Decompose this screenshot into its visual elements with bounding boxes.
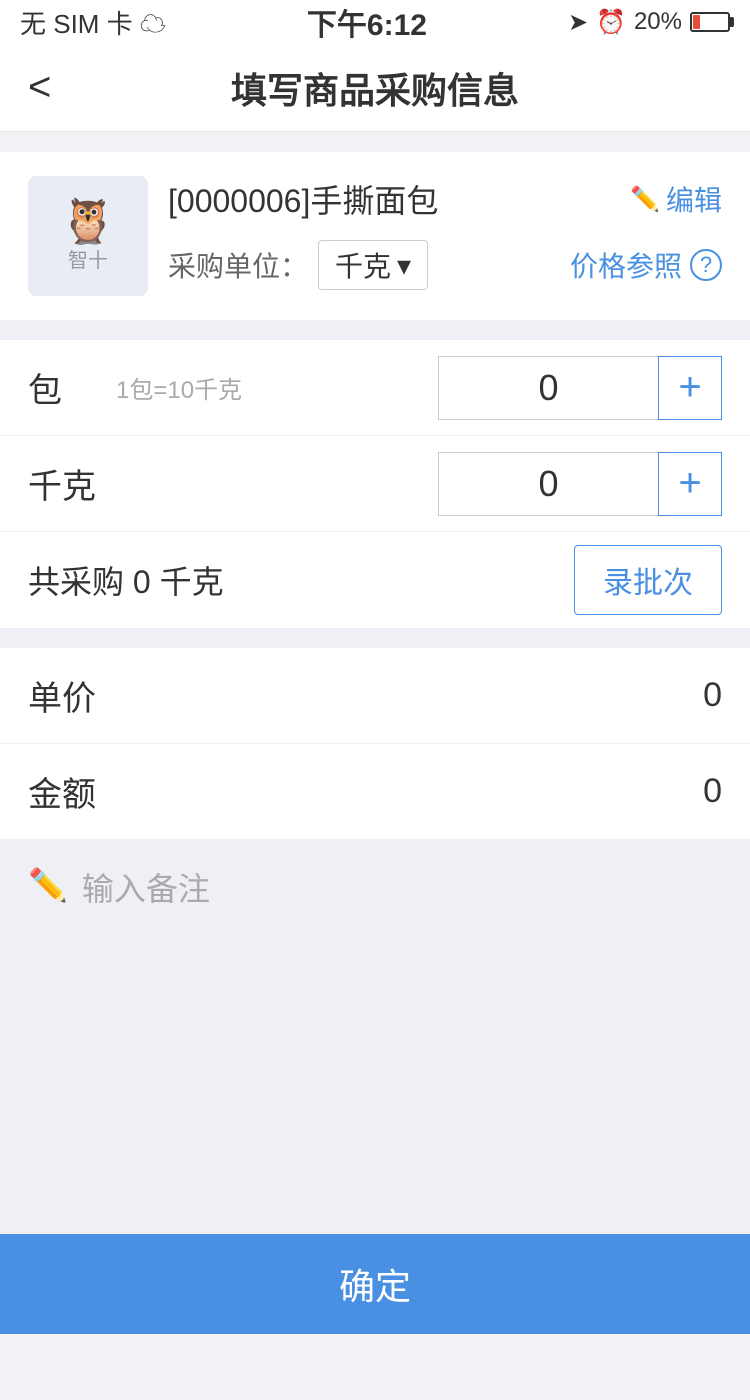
unit-price-value: 0 — [703, 676, 722, 715]
edit-icon: ✏️ — [630, 185, 660, 214]
unit-value: 千克 — [335, 245, 391, 285]
section-divider-1 — [0, 320, 750, 340]
kg-label: 千克 — [28, 459, 108, 508]
product-card: 🦉 智十 [0000006]手撕面包 ✏️ 编辑 采购单位： 千克 ▾ — [0, 152, 750, 320]
help-icon: ? — [690, 249, 722, 281]
no-sim-text: 无 SIM 卡 ☁ — [20, 4, 166, 41]
price-ref-label: 价格参照 — [570, 245, 682, 285]
pencil-icon: ✏️ — [28, 866, 68, 904]
unit-price-label: 单价 — [28, 671, 96, 720]
record-batch-button[interactable]: 录批次 — [574, 545, 722, 615]
alarm-icon: ⏰ — [596, 8, 626, 37]
bag-quantity-control: + — [438, 356, 722, 420]
logo-text: 智十 — [68, 244, 108, 273]
product-logo: 🦉 — [61, 200, 116, 244]
dropdown-arrow-icon: ▾ — [397, 249, 411, 282]
bag-label: 包 — [28, 363, 108, 412]
location-icon: ➤ — [568, 8, 588, 37]
back-button[interactable]: < — [28, 65, 51, 110]
battery-icon — [690, 12, 730, 32]
confirm-button[interactable]: 确定 — [0, 1234, 750, 1334]
summary-value: 0 — [133, 564, 151, 600]
bag-quantity-input[interactable] — [438, 356, 658, 420]
page-title: 填写商品采购信息 — [231, 62, 519, 114]
kg-quantity-control: + — [438, 452, 722, 516]
unit-price-row: 单价 0 — [0, 648, 750, 744]
note-placeholder: 输入备注 — [82, 864, 210, 910]
status-right: ➤ ⏰ 20% — [568, 8, 730, 37]
amount-value: 0 — [703, 772, 722, 811]
bag-sublabel: 1包=10千克 — [116, 370, 438, 405]
status-time: 下午6:12 — [307, 0, 427, 44]
input-section: 包 1包=10千克 + 千克 + — [0, 340, 750, 532]
amount-row: 金额 0 — [0, 744, 750, 840]
unit-select[interactable]: 千克 ▾ — [318, 240, 428, 290]
summary-unit: 千克 — [160, 564, 224, 600]
nav-bar: < 填写商品采购信息 — [0, 44, 750, 132]
unit-label: 采购单位： — [168, 245, 308, 285]
battery-percent: 20% — [634, 8, 682, 36]
kg-input-row: 千克 + — [0, 436, 750, 532]
price-ref-button[interactable]: 价格参照 ? — [570, 245, 722, 285]
status-left: 无 SIM 卡 ☁ — [20, 4, 166, 41]
amount-label: 金额 — [28, 767, 96, 816]
price-section: 单价 0 金额 0 — [0, 648, 750, 840]
kg-quantity-input[interactable] — [438, 452, 658, 516]
summary-text: 共采购 0 千克 — [28, 557, 224, 603]
edit-label: 编辑 — [666, 179, 722, 219]
status-bar: 无 SIM 卡 ☁ 下午6:12 ➤ ⏰ 20% — [0, 0, 750, 44]
product-info: [0000006]手撕面包 ✏️ 编辑 采购单位： 千克 ▾ 价格参照 ? — [168, 176, 722, 290]
summary-prefix: 共采购 — [28, 564, 124, 600]
kg-plus-button[interactable]: + — [658, 452, 722, 516]
bag-input-row: 包 1包=10千克 + — [0, 340, 750, 436]
note-section[interactable]: ✏️ 输入备注 — [0, 840, 750, 1000]
bag-plus-button[interactable]: + — [658, 356, 722, 420]
product-image: 🦉 智十 — [28, 176, 148, 296]
edit-button[interactable]: ✏️ 编辑 — [630, 179, 722, 219]
section-divider-2 — [0, 628, 750, 648]
product-name: [0000006]手撕面包 — [168, 176, 438, 222]
summary-row: 共采购 0 千克 录批次 — [0, 532, 750, 628]
